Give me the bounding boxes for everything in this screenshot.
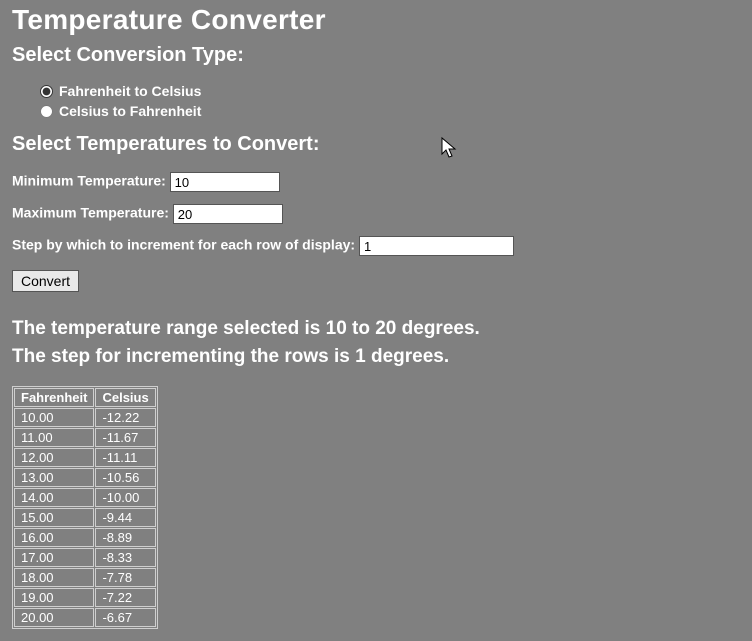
radio-c-to-f[interactable] bbox=[40, 105, 53, 118]
summary-range: The temperature range selected is 10 to … bbox=[12, 318, 740, 340]
table-cell: 12.00 bbox=[14, 448, 94, 467]
table-header-row: Fahrenheit Celsius bbox=[14, 388, 156, 407]
table-cell: -8.33 bbox=[95, 548, 155, 567]
section-select-temps: Select Temperatures to Convert: bbox=[12, 133, 740, 156]
radio-c-to-f-label: Celsius to Fahrenheit bbox=[59, 101, 201, 121]
table-row: 16.00-8.89 bbox=[14, 528, 156, 547]
table-cell: 13.00 bbox=[14, 468, 94, 487]
table-cell: 17.00 bbox=[14, 548, 94, 567]
results-table: Fahrenheit Celsius 10.00-12.2211.00-11.6… bbox=[12, 386, 158, 629]
section-conversion-type: Select Conversion Type: bbox=[12, 44, 740, 67]
table-cell: -9.44 bbox=[95, 508, 155, 527]
step-input[interactable] bbox=[359, 236, 514, 256]
min-temp-row: Minimum Temperature: bbox=[12, 166, 740, 198]
table-cell: 18.00 bbox=[14, 568, 94, 587]
table-cell: -6.67 bbox=[95, 608, 155, 627]
table-cell: -10.00 bbox=[95, 488, 155, 507]
table-row: 15.00-9.44 bbox=[14, 508, 156, 527]
table-cell: -8.89 bbox=[95, 528, 155, 547]
summary-block: The temperature range selected is 10 to … bbox=[12, 318, 740, 368]
table-row: 19.00-7.22 bbox=[14, 588, 156, 607]
table-row: 14.00-10.00 bbox=[14, 488, 156, 507]
table-cell: 16.00 bbox=[14, 528, 94, 547]
table-row: 12.00-11.11 bbox=[14, 448, 156, 467]
radio-f-to-c[interactable] bbox=[40, 85, 53, 98]
table-cell: 15.00 bbox=[14, 508, 94, 527]
table-cell: 20.00 bbox=[14, 608, 94, 627]
table-cell: 10.00 bbox=[14, 408, 94, 427]
conversion-radio-group: Fahrenheit to Celsius Celsius to Fahrenh… bbox=[12, 77, 740, 125]
min-temp-input[interactable] bbox=[170, 172, 280, 192]
table-cell: 19.00 bbox=[14, 588, 94, 607]
step-label: Step by which to increment for each row … bbox=[12, 237, 355, 253]
th-celsius: Celsius bbox=[95, 388, 155, 407]
table-row: 18.00-7.78 bbox=[14, 568, 156, 587]
convert-button[interactable]: Convert bbox=[12, 270, 79, 292]
max-temp-label: Maximum Temperature: bbox=[12, 205, 169, 221]
table-cell: -7.78 bbox=[95, 568, 155, 587]
table-cell: -11.11 bbox=[95, 448, 155, 467]
max-temp-row: Maximum Temperature: bbox=[12, 198, 740, 230]
table-cell: 14.00 bbox=[14, 488, 94, 507]
table-row: 10.00-12.22 bbox=[14, 408, 156, 427]
table-cell: -12.22 bbox=[95, 408, 155, 427]
table-cell: -10.56 bbox=[95, 468, 155, 487]
table-cell: -7.22 bbox=[95, 588, 155, 607]
table-row: 20.00-6.67 bbox=[14, 608, 156, 627]
summary-step: The step for incrementing the rows is 1 … bbox=[12, 346, 740, 368]
table-row: 17.00-8.33 bbox=[14, 548, 156, 567]
radio-f-to-c-row[interactable]: Fahrenheit to Celsius bbox=[40, 81, 740, 101]
min-temp-label: Minimum Temperature: bbox=[12, 173, 166, 189]
page-title: Temperature Converter bbox=[12, 4, 740, 36]
table-cell: -11.67 bbox=[95, 428, 155, 447]
table-row: 11.00-11.67 bbox=[14, 428, 156, 447]
table-row: 13.00-10.56 bbox=[14, 468, 156, 487]
th-fahrenheit: Fahrenheit bbox=[14, 388, 94, 407]
step-row: Step by which to increment for each row … bbox=[12, 230, 740, 262]
table-cell: 11.00 bbox=[14, 428, 94, 447]
radio-c-to-f-row[interactable]: Celsius to Fahrenheit bbox=[40, 101, 740, 121]
radio-f-to-c-label: Fahrenheit to Celsius bbox=[59, 81, 201, 101]
max-temp-input[interactable] bbox=[173, 204, 283, 224]
